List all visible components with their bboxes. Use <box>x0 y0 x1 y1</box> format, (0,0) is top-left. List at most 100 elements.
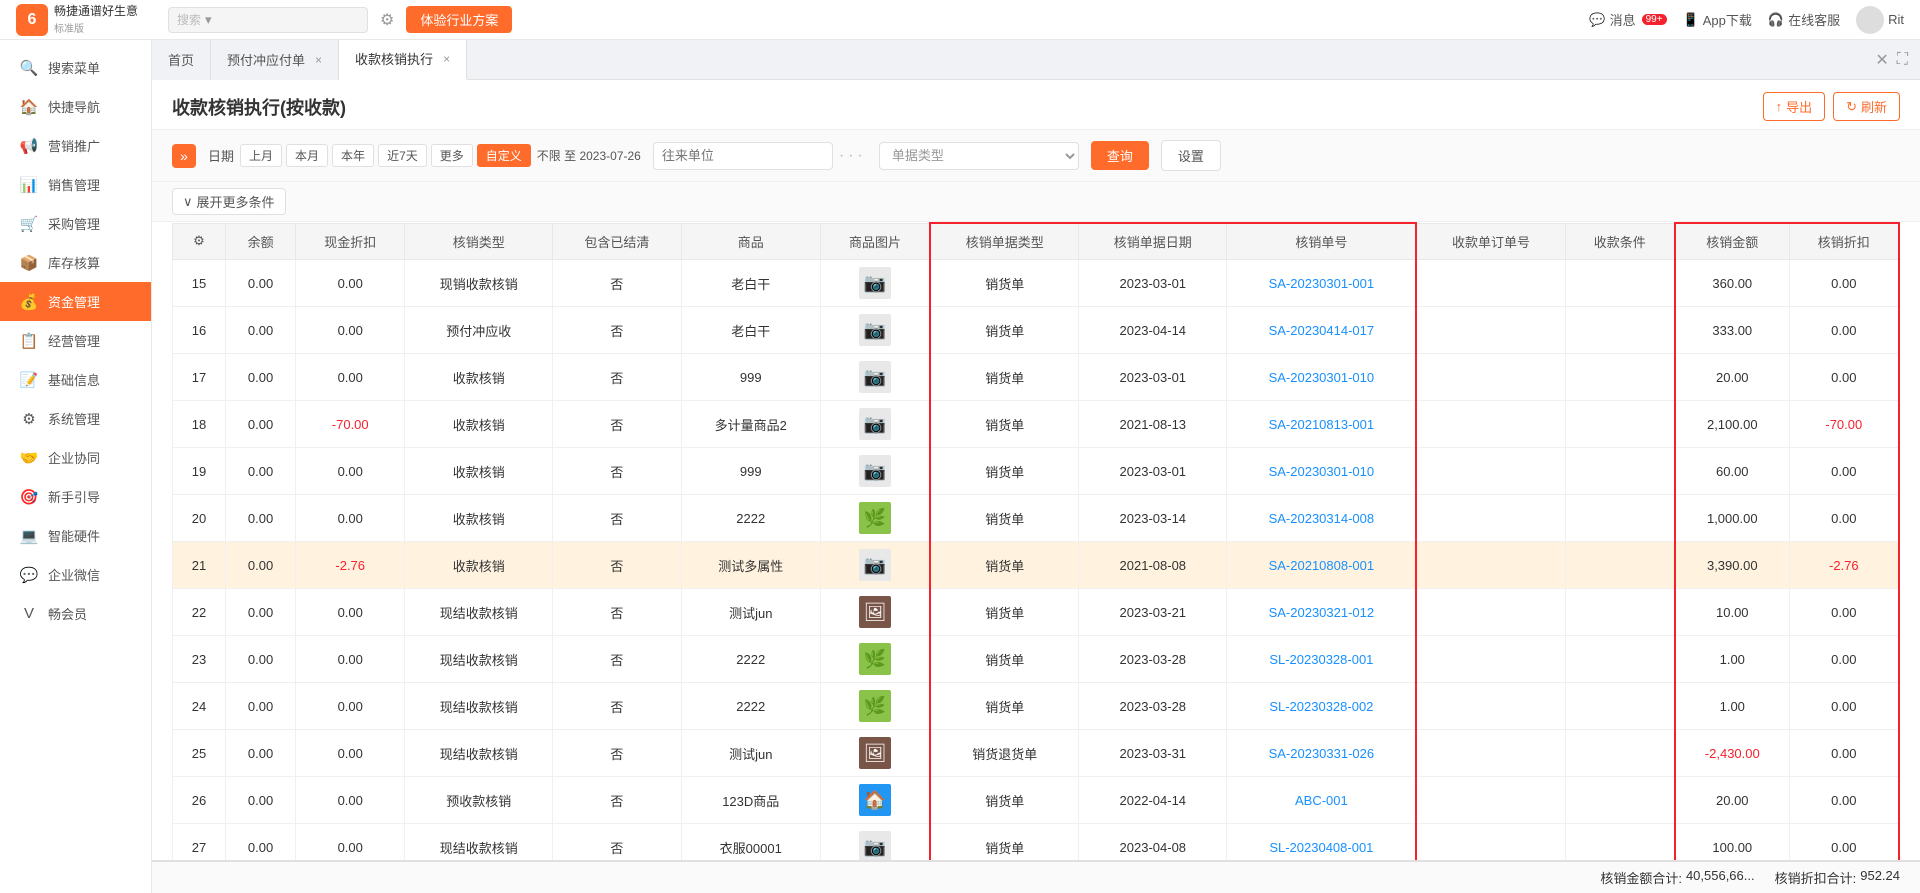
online-service[interactable]: 🎧 在线客服 <box>1768 10 1840 29</box>
cell-balance: 0.00 <box>225 401 295 448</box>
cell-cancel-slip-no[interactable]: SA-20230301-010 <box>1227 448 1417 495</box>
tab-prepay[interactable]: 预付冲应付单 × <box>211 40 339 80</box>
close-window-icon[interactable]: ✕ <box>1875 50 1888 70</box>
sidebar-item-system[interactable]: ⚙ 系统管理 <box>0 399 151 438</box>
tab-bar-actions: ✕ ⛶ <box>1875 50 1920 70</box>
th-settings[interactable]: ⚙ <box>173 223 226 260</box>
cell-cancel-slip-type: 销货单 <box>930 636 1079 683</box>
sidebar-item-collab[interactable]: 🤝 企业协同 <box>0 438 151 477</box>
cell-cancel-slip-type: 销货单 <box>930 401 1079 448</box>
prepay-tab-close[interactable]: × <box>315 53 322 67</box>
cell-cancel-slip-no[interactable]: SL-20230328-002 <box>1227 683 1417 730</box>
cell-cash-discount: 0.00 <box>296 495 405 542</box>
user-info[interactable]: Rit <box>1856 6 1904 34</box>
cell-cancel-slip-date: 2023-04-14 <box>1079 307 1227 354</box>
slip-type-select[interactable]: 单据类型 <box>879 142 1079 170</box>
sidebar-item-inventory[interactable]: 📦 库存核算 <box>0 243 151 282</box>
cancel-slip-link[interactable]: SL-20230328-001 <box>1269 652 1373 667</box>
sidebar-item-search[interactable]: 🔍 搜索菜单 <box>0 48 151 87</box>
top-right-items: 💬 消息 99+ 📱 App下载 🎧 在线客服 Rit <box>1589 6 1904 34</box>
cancel-slip-link[interactable]: SA-20230414-017 <box>1269 323 1375 338</box>
sidebar-item-finance[interactable]: 💰 资金管理 <box>0 282 151 321</box>
message-badge[interactable]: 💬 消息 99+ <box>1589 10 1666 29</box>
partner-input[interactable] <box>653 142 833 170</box>
export-label: 导出 <box>1786 97 1812 116</box>
cancel-amount-total-value: 40,556,66... <box>1686 868 1755 887</box>
cell-cancel-slip-date: 2023-03-14 <box>1079 495 1227 542</box>
cell-cancel-amount: -2,430.00 <box>1675 730 1789 777</box>
sidebar-item-quick-nav[interactable]: 🏠 快捷导航 <box>0 87 151 126</box>
sidebar-item-purchase[interactable]: 🛒 采购管理 <box>0 204 151 243</box>
cell-cancel-slip-no[interactable]: SA-20230301-001 <box>1227 260 1417 307</box>
th-cancel-discount: 核销折扣 <box>1789 223 1899 260</box>
last-7days-btn[interactable]: 近7天 <box>378 144 427 167</box>
app-download[interactable]: 📱 App下载 <box>1683 10 1752 29</box>
cell-cancel-slip-no[interactable]: SA-20230321-012 <box>1227 589 1417 636</box>
tab-receivable[interactable]: 收款核销执行 × <box>339 40 467 80</box>
more-date-btn[interactable]: 更多 <box>431 144 473 167</box>
cancel-slip-link[interactable]: SL-20230408-001 <box>1269 840 1373 855</box>
sidebar-item-wechat[interactable]: 💬 企业微信 <box>0 555 151 594</box>
table-area[interactable]: ⚙ 余额 现金折扣 核销类型 包含已结清 商品 商品图片 核销单据类型 核销单据… <box>152 222 1920 860</box>
cell-cancel-slip-no[interactable]: SL-20230408-001 <box>1227 824 1417 861</box>
sidebar-item-sales[interactable]: 📊 销售管理 <box>0 165 151 204</box>
last-month-btn[interactable]: 上月 <box>240 144 282 167</box>
settings-icon[interactable]: ⚙ <box>380 10 394 30</box>
cell-cancel-slip-no[interactable]: SA-20210808-001 <box>1227 542 1417 589</box>
cancel-slip-link[interactable]: SA-20230331-026 <box>1269 746 1375 761</box>
sidebar-item-basic[interactable]: 📝 基础信息 <box>0 360 151 399</box>
tab-home[interactable]: 首页 <box>152 40 211 80</box>
cancel-slip-link[interactable]: SA-20230314-008 <box>1269 511 1375 526</box>
solution-button[interactable]: 体验行业方案 <box>406 6 512 33</box>
expand-more-button[interactable]: ∨ 展开更多条件 <box>172 188 286 215</box>
sidebar-item-marketing[interactable]: 📢 营销推广 <box>0 126 151 165</box>
refresh-button[interactable]: ↻ 刷新 <box>1833 92 1900 121</box>
sidebar-item-guide[interactable]: 🎯 新手引导 <box>0 477 151 516</box>
custom-date-btn[interactable]: 自定义 <box>477 144 531 167</box>
cancel-slip-link[interactable]: SA-20230301-010 <box>1269 370 1375 385</box>
cell-goods-img: 🌿 <box>820 683 930 730</box>
cell-goods: 999 <box>681 448 820 495</box>
chevron-down-icon[interactable]: ▾ <box>205 12 212 28</box>
cell-cancel-slip-date: 2023-03-21 <box>1079 589 1227 636</box>
chevron-down-icon: ∨ <box>183 194 193 210</box>
this-month-btn[interactable]: 本月 <box>286 144 328 167</box>
cell-cancel-slip-no[interactable]: SA-20230301-010 <box>1227 354 1417 401</box>
sidebar-item-operation[interactable]: 📋 经营管理 <box>0 321 151 360</box>
cell-cancel-slip-no[interactable]: ABC-001 <box>1227 777 1417 824</box>
sidebar-label-search: 搜索菜单 <box>48 58 100 77</box>
cancel-slip-link[interactable]: SL-20230328-002 <box>1269 699 1373 714</box>
this-year-btn[interactable]: 本年 <box>332 144 374 167</box>
cancel-slip-link[interactable]: SA-20230301-010 <box>1269 464 1375 479</box>
cell-cancel-slip-no[interactable]: SA-20210813-001 <box>1227 401 1417 448</box>
message-label: 消息 <box>1610 10 1636 29</box>
cell-cancel-slip-no[interactable]: SA-20230331-026 <box>1227 730 1417 777</box>
home-icon: 🏠 <box>20 98 38 116</box>
user-name: Rit <box>1888 12 1904 27</box>
top-search-box[interactable]: 搜索 ▾ <box>168 7 368 33</box>
cancel-slip-link[interactable]: ABC-001 <box>1295 793 1348 808</box>
cancel-discount-total-label: 核销折扣合计: <box>1775 868 1857 887</box>
cell-cancel-discount: -2.76 <box>1789 542 1899 589</box>
cancel-slip-link[interactable]: SA-20210808-001 <box>1269 558 1375 573</box>
cell-receipt-order-no <box>1416 448 1565 495</box>
sidebar-item-hardware[interactable]: 💻 智能硬件 <box>0 516 151 555</box>
export-button[interactable]: ↑ 导出 <box>1763 92 1826 121</box>
receivable-tab-close[interactable]: × <box>443 52 450 66</box>
cancel-slip-link[interactable]: SA-20210813-001 <box>1269 417 1375 432</box>
cell-balance: 0.00 <box>225 730 295 777</box>
sidebar-label-system: 系统管理 <box>48 409 100 428</box>
settings-button[interactable]: 设置 <box>1161 140 1221 171</box>
receivable-tab-label: 收款核销执行 <box>355 49 433 68</box>
cancel-slip-link[interactable]: SA-20230301-001 <box>1269 276 1375 291</box>
cell-include-settled: 否 <box>553 636 681 683</box>
query-button[interactable]: 查询 <box>1091 141 1149 170</box>
sidebar-label-wechat: 企业微信 <box>48 565 100 584</box>
cell-cancel-slip-no[interactable]: SA-20230414-017 <box>1227 307 1417 354</box>
cancel-slip-link[interactable]: SA-20230321-012 <box>1269 605 1375 620</box>
cell-cancel-slip-no[interactable]: SL-20230328-001 <box>1227 636 1417 683</box>
cell-cancel-slip-no[interactable]: SA-20230314-008 <box>1227 495 1417 542</box>
filter-expand-button[interactable]: » <box>172 144 196 168</box>
maximize-icon[interactable]: ⛶ <box>1897 51 1908 69</box>
sidebar-item-member[interactable]: V 畅会员 <box>0 594 151 633</box>
